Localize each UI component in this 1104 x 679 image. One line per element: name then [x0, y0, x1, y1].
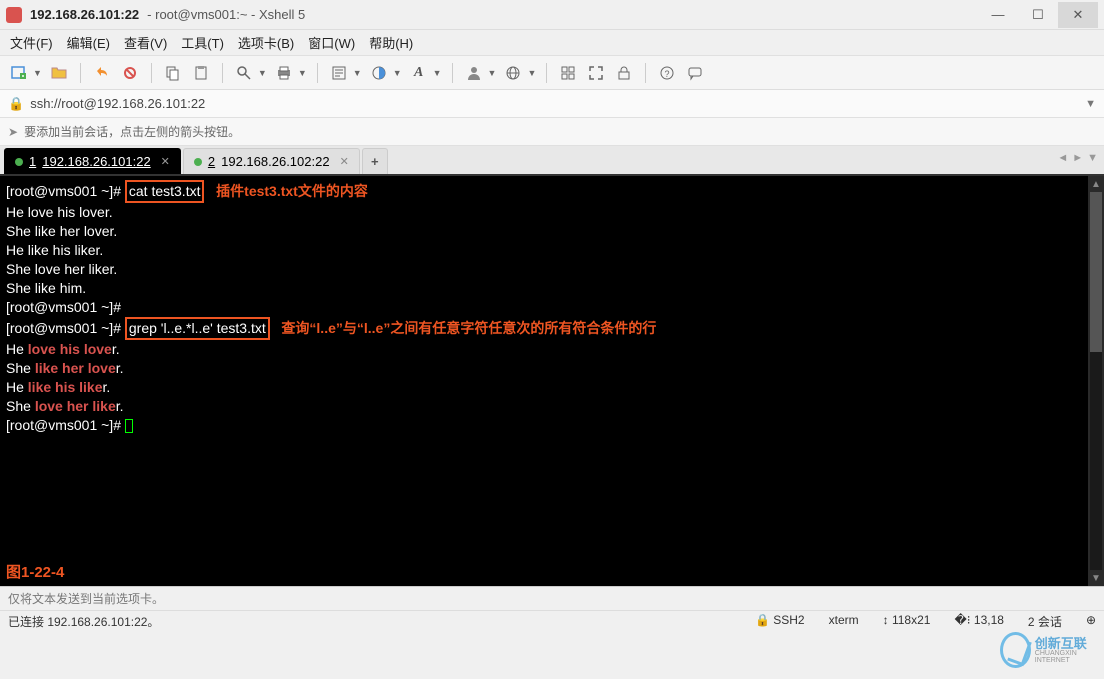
menu-tools[interactable]: 工具(T) — [181, 33, 224, 52]
grep-line: He love his lover. — [6, 340, 1098, 359]
tabstrip: 1 192.168.26.101:22 ✕ 2 192.168.26.102:2… — [0, 146, 1104, 176]
open-icon[interactable] — [48, 62, 70, 84]
tab-session-1[interactable]: 1 192.168.26.101:22 ✕ — [4, 148, 181, 174]
address-url: ssh://root@192.168.26.101:22 — [30, 96, 205, 111]
minimize-button[interactable]: — — [978, 2, 1018, 28]
figure-label: 图1-22-4 — [6, 563, 64, 582]
status-connection: 已连接 192.168.26.101:22。 — [8, 613, 159, 630]
tab-add-button[interactable]: + — [362, 148, 388, 174]
grep-line: She like her lover. — [6, 359, 1098, 378]
lock-icon: 🔒 — [8, 96, 24, 112]
status-proto: 🔒 SSH2 — [755, 613, 805, 630]
status-dot-icon — [194, 158, 202, 166]
tile-icon[interactable] — [557, 62, 579, 84]
cursor — [125, 419, 133, 433]
terminal-scrollbar[interactable]: ▲ ▼ — [1088, 176, 1104, 586]
cmd-grep: grep 'l..e.*l..e' test3.txt — [125, 317, 270, 340]
scroll-thumb[interactable] — [1090, 192, 1102, 352]
dropdown-icon[interactable]: ▼ — [298, 68, 307, 78]
status-term: xterm — [829, 613, 859, 630]
status-pos: �⁝ 13,18 — [954, 613, 1003, 630]
hintbar: ➤ 要添加当前会话，点击左侧的箭头按钮。 — [0, 118, 1104, 146]
reconnect-icon[interactable] — [91, 62, 113, 84]
tab-close-icon[interactable]: ✕ — [340, 155, 349, 168]
dropdown-icon[interactable]: ▼ — [258, 68, 267, 78]
maximize-button[interactable]: ☐ — [1018, 2, 1058, 28]
app-icon — [6, 7, 22, 23]
status-dot-icon — [15, 158, 23, 166]
hint-text: 要添加当前会话，点击左侧的箭头按钮。 — [24, 123, 240, 140]
dropdown-icon[interactable]: ▼ — [393, 68, 402, 78]
menu-view[interactable]: 查看(V) — [124, 33, 167, 52]
font-icon[interactable]: A — [408, 62, 430, 84]
watermark-icon — [1000, 632, 1031, 668]
dropdown-icon[interactable]: ▼ — [527, 68, 536, 78]
new-session-icon[interactable] — [8, 62, 30, 84]
menu-window[interactable]: 窗口(W) — [308, 33, 355, 52]
paste-icon[interactable] — [190, 62, 212, 84]
copy-icon[interactable] — [162, 62, 184, 84]
dropdown-icon[interactable]: ▼ — [433, 68, 442, 78]
dropdown-icon[interactable]: ▼ — [488, 68, 497, 78]
chat-icon[interactable] — [684, 62, 706, 84]
menu-edit[interactable]: 编辑(E) — [67, 33, 110, 52]
menu-file[interactable]: 文件(F) — [10, 33, 53, 52]
watermark-logo: 创新互联 CHUANGXIN INTERNET — [1000, 627, 1100, 673]
disconnect-icon[interactable] — [119, 62, 141, 84]
arrow-icon[interactable]: ➤ — [8, 125, 18, 139]
menu-tabs[interactable]: 选项卡(B) — [238, 33, 294, 52]
menu-help[interactable]: 帮助(H) — [369, 33, 413, 52]
output-line: She like him. — [6, 279, 1098, 298]
help-icon[interactable]: ? — [656, 62, 678, 84]
scroll-up-icon[interactable]: ▲ — [1088, 176, 1104, 192]
svg-text:?: ? — [665, 69, 670, 79]
dropdown-icon[interactable]: ▼ — [33, 68, 42, 78]
window-title-host: 192.168.26.101:22 — [30, 7, 139, 22]
dropdown-icon[interactable]: ▼ — [353, 68, 362, 78]
tab-scroll-left-icon[interactable]: ◄ — [1057, 152, 1068, 164]
footer-hint: 仅将文本发送到当前选项卡。 — [0, 586, 1104, 610]
tab-session-2[interactable]: 2 192.168.26.102:22 ✕ — [183, 148, 360, 174]
output-line: He love his lover. — [6, 203, 1098, 222]
statusbar: 已连接 192.168.26.101:22。 🔒 SSH2 xterm ↕ 11… — [0, 610, 1104, 632]
lock-icon[interactable] — [613, 62, 635, 84]
titlebar: 192.168.26.101:22 - root@vms001:~ - Xshe… — [0, 0, 1104, 30]
properties-icon[interactable] — [328, 62, 350, 84]
status-size: ↕ 118x21 — [883, 613, 931, 630]
tab-menu-icon[interactable]: ▼ — [1087, 152, 1098, 164]
find-icon[interactable] — [233, 62, 255, 84]
output-line: He like his liker. — [6, 241, 1098, 260]
tab-close-icon[interactable]: ✕ — [161, 155, 170, 168]
annotation-2: 查询“l..e”与“l..e”之间有任意字符任意次的所有符合条件的行 — [281, 320, 656, 336]
scroll-down-icon[interactable]: ▼ — [1088, 570, 1104, 586]
grep-line: He like his liker. — [6, 378, 1098, 397]
fullscreen-icon[interactable] — [585, 62, 607, 84]
dropdown-icon[interactable]: ▼ — [1085, 98, 1096, 110]
window-controls: — ☐ ✕ — [978, 2, 1098, 28]
output-line: She like her lover. — [6, 222, 1098, 241]
tab-scroll-right-icon[interactable]: ► — [1072, 152, 1083, 164]
color-icon[interactable] — [368, 62, 390, 84]
grep-line: She love her liker. — [6, 397, 1098, 416]
menubar: 文件(F) 编辑(E) 查看(V) 工具(T) 选项卡(B) 窗口(W) 帮助(… — [0, 30, 1104, 56]
toolbar: ▼ ▼ ▼ ▼ ▼ A ▼ ▼ ▼ ? — [0, 56, 1104, 90]
annotation-1: 插件test3.txt文件的内容 — [216, 183, 368, 199]
close-button[interactable]: ✕ — [1058, 2, 1098, 28]
terminal[interactable]: [root@vms001 ~]# cat test3.txt 插件test3.t… — [0, 176, 1104, 586]
cmd-cat: cat test3.txt — [125, 180, 205, 203]
output-line: She love her liker. — [6, 260, 1098, 279]
addressbar[interactable]: 🔒 ssh://root@192.168.26.101:22 ▼ — [0, 90, 1104, 118]
profile-icon[interactable] — [463, 62, 485, 84]
print-icon[interactable] — [273, 62, 295, 84]
window-title-path: - root@vms001:~ - Xshell 5 — [147, 7, 305, 22]
globe-icon[interactable] — [502, 62, 524, 84]
